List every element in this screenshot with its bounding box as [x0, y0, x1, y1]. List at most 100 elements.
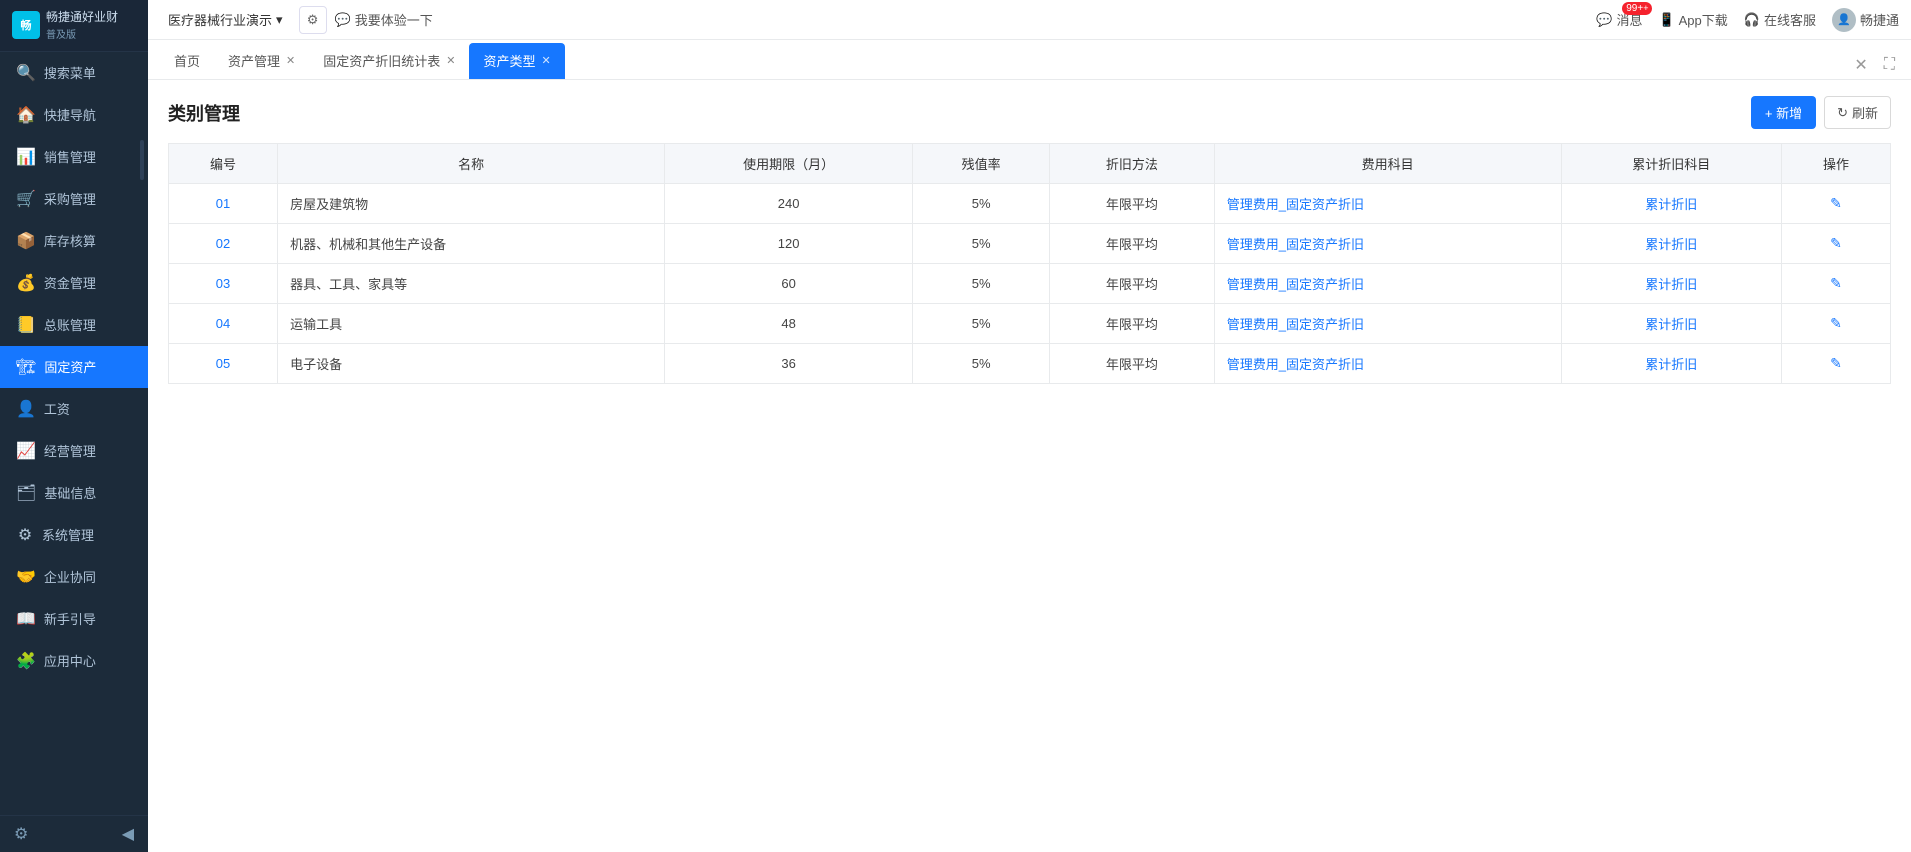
tab-close-asset-mgmt[interactable]: ✕: [286, 54, 295, 67]
sidebar-label-guide: 新手引导: [44, 609, 96, 628]
main-area: 医疗器械行业演示 ▾ ⚙ 💬 我要体验一下 💬 消息 99+ 📱 App下载 🎧…: [148, 0, 1911, 852]
sidebar-label-purchase: 采购管理: [44, 189, 96, 208]
content-area: 类别管理 + 新增 ↻ 刷新 编号名称使用期限（月）残值率折旧方法费用科目累计折…: [148, 80, 1911, 852]
sidebar-label-quicknav: 快捷导航: [44, 105, 96, 124]
edit-button-row2[interactable]: ✎: [1830, 275, 1842, 291]
customer-service-icon: 🎧: [1744, 12, 1760, 28]
sidebar-icon-purchase: 🛒: [16, 189, 36, 209]
sidebar-label-fixed: 固定资产: [44, 357, 96, 376]
sidebar-item-quicknav[interactable]: 🏠 快捷导航: [0, 94, 148, 136]
tab-asset-type[interactable]: 资产类型 ✕: [469, 43, 564, 79]
cell-row0-col0: 01: [169, 184, 278, 224]
logo-icon: 畅: [12, 11, 40, 39]
col-header-费用科目: 费用科目: [1214, 144, 1561, 184]
cell-row0-col4: 年限平均: [1050, 184, 1215, 224]
sidebar-item-ops[interactable]: 📈 经营管理: [0, 430, 148, 472]
expand-icon[interactable]: ⛶: [1880, 52, 1899, 78]
col-header-残值率: 残值率: [913, 144, 1050, 184]
sidebar-icon-ops: 📈: [16, 441, 36, 461]
cell-row1-col3: 5%: [913, 224, 1050, 264]
cell-row2-col2: 60: [665, 264, 913, 304]
col-header-操作: 操作: [1781, 144, 1890, 184]
sidebar-icon-quicknav: 🏠: [16, 105, 36, 125]
sidebar-icon-corp: 🤝: [16, 567, 36, 587]
table-header: 编号名称使用期限（月）残值率折旧方法费用科目累计折旧科目操作: [169, 144, 1891, 184]
refresh-label: 刷新: [1852, 103, 1878, 122]
cell-row1-col1: 机器、机械和其他生产设备: [278, 224, 665, 264]
tab-label-asset-type: 资产类型: [483, 51, 535, 70]
sidebar-bottom: ⚙ ◀: [0, 815, 148, 852]
table-row: 02机器、机械和其他生产设备1205%年限平均管理费用_固定资产折旧累计折旧✎: [169, 224, 1891, 264]
topbar: 医疗器械行业演示 ▾ ⚙ 💬 我要体验一下 💬 消息 99+ 📱 App下载 🎧…: [148, 0, 1911, 40]
sidebar-icon-basic: 🗂: [16, 483, 36, 503]
cell-row0-col1: 房屋及建筑物: [278, 184, 665, 224]
sidebar-item-corp[interactable]: 🤝企业协同: [0, 556, 148, 598]
sidebar-item-apps[interactable]: 🧩应用中心: [0, 640, 148, 682]
cell-row4-col6: 累计折旧: [1561, 344, 1781, 384]
sidebar-item-search[interactable]: 🔍搜索菜单: [0, 52, 148, 94]
sidebar-label-ops: 经营管理: [44, 441, 96, 460]
tab-label-asset-mgmt: 资产管理: [228, 51, 280, 70]
tab-close-fixed-stat[interactable]: ✕: [446, 54, 455, 67]
close-window-icon[interactable]: ✕: [1850, 51, 1871, 79]
edit-button-row4[interactable]: ✎: [1830, 355, 1842, 371]
new-button[interactable]: + 新增: [1751, 96, 1816, 129]
topbar-right: 💬 消息 99+ 📱 App下载 🎧 在线客服 👤 畅捷通: [1596, 8, 1899, 32]
tab-fixed-stat[interactable]: 固定资产折旧统计表✕: [309, 43, 469, 79]
table-row: 04运输工具485%年限平均管理费用_固定资产折旧累计折旧✎: [169, 304, 1891, 344]
sidebar-item-capital[interactable]: 💰资金管理: [0, 262, 148, 304]
sidebar-icon-inventory: 📦: [16, 231, 36, 251]
cell-row0-col2: 240: [665, 184, 913, 224]
edit-button-row0[interactable]: ✎: [1830, 195, 1842, 211]
page-actions: + 新增 ↻ 刷新: [1751, 96, 1891, 129]
experience-button[interactable]: 💬 我要体验一下: [335, 10, 433, 29]
refresh-button[interactable]: ↻ 刷新: [1824, 96, 1891, 129]
topbar-settings-button[interactable]: ⚙: [299, 6, 327, 34]
col-header-编号: 编号: [169, 144, 278, 184]
sidebar-icon-payroll: 👤: [16, 399, 36, 419]
experience-icon: 💬: [335, 12, 351, 28]
cell-row3-col0: 04: [169, 304, 278, 344]
sidebar-item-sales[interactable]: 📊销售管理: [0, 136, 148, 178]
cell-row2-col4: 年限平均: [1050, 264, 1215, 304]
user-profile[interactable]: 👤 畅捷通: [1832, 8, 1899, 32]
module-selector[interactable]: 医疗器械行业演示 ▾: [160, 6, 291, 33]
tab-home[interactable]: 首页: [160, 43, 214, 79]
app-download-button[interactable]: 📱 App下载: [1658, 10, 1727, 29]
customer-service-button[interactable]: 🎧 在线客服: [1744, 10, 1816, 29]
cell-row1-col5: 管理费用_固定资产折旧: [1214, 224, 1561, 264]
sidebar-item-ledger[interactable]: 📒总账管理: [0, 304, 148, 346]
edit-button-row3[interactable]: ✎: [1830, 315, 1842, 331]
cell-row4-col5: 管理费用_固定资产折旧: [1214, 344, 1561, 384]
sidebar-nav: 🔍搜索菜单 🏠 快捷导航 📊销售管理 🛒 采购管理 📦库存核算💰资金管理📒总账管理 🏗 固定资产…: [0, 52, 148, 815]
sidebar-item-system[interactable]: ⚙系统管理: [0, 514, 148, 556]
module-name: 医疗器械行业演示: [168, 10, 272, 29]
table-body: 01房屋及建筑物2405%年限平均管理费用_固定资产折旧累计折旧✎02机器、机械…: [169, 184, 1891, 384]
settings-icon[interactable]: ⚙: [14, 824, 28, 844]
cell-row3-col6: 累计折旧: [1561, 304, 1781, 344]
sidebar-item-inventory[interactable]: 📦库存核算: [0, 220, 148, 262]
sidebar-icon-fixed: 🏗: [16, 357, 36, 377]
cell-row4-col4: 年限平均: [1050, 344, 1215, 384]
messages-button[interactable]: 💬 消息 99+: [1596, 10, 1642, 29]
cell-row4-col3: 5%: [913, 344, 1050, 384]
sidebar-item-payroll[interactable]: 👤工资: [0, 388, 148, 430]
sidebar-item-basic[interactable]: 🗂基础信息: [0, 472, 148, 514]
col-header-使用期限（月）: 使用期限（月）: [665, 144, 913, 184]
cell-row4-col1: 电子设备: [278, 344, 665, 384]
sidebar-icon-apps: 🧩: [16, 651, 36, 671]
username: 畅捷通: [1860, 10, 1899, 29]
sidebar-icon-guide: 📖: [16, 609, 36, 629]
sidebar-item-guide[interactable]: 📖 新手引导: [0, 598, 148, 640]
sidebar-icon-ledger: 📒: [16, 315, 36, 335]
tab-close-asset-type[interactable]: ✕: [542, 54, 551, 67]
cell-row0-col5: 管理费用_固定资产折旧: [1214, 184, 1561, 224]
tabbar-actions: ✕ ⛶: [1850, 51, 1899, 79]
sidebar-label-sales: 销售管理: [44, 147, 96, 166]
sidebar-item-purchase[interactable]: 🛒 采购管理: [0, 178, 148, 220]
cell-row1-col4: 年限平均: [1050, 224, 1215, 264]
sidebar-item-fixed[interactable]: 🏗 固定资产: [0, 346, 148, 388]
edit-button-row1[interactable]: ✎: [1830, 235, 1842, 251]
tab-asset-mgmt[interactable]: 资产管理 ✕: [214, 43, 309, 79]
collapse-icon[interactable]: ◀: [122, 824, 134, 844]
